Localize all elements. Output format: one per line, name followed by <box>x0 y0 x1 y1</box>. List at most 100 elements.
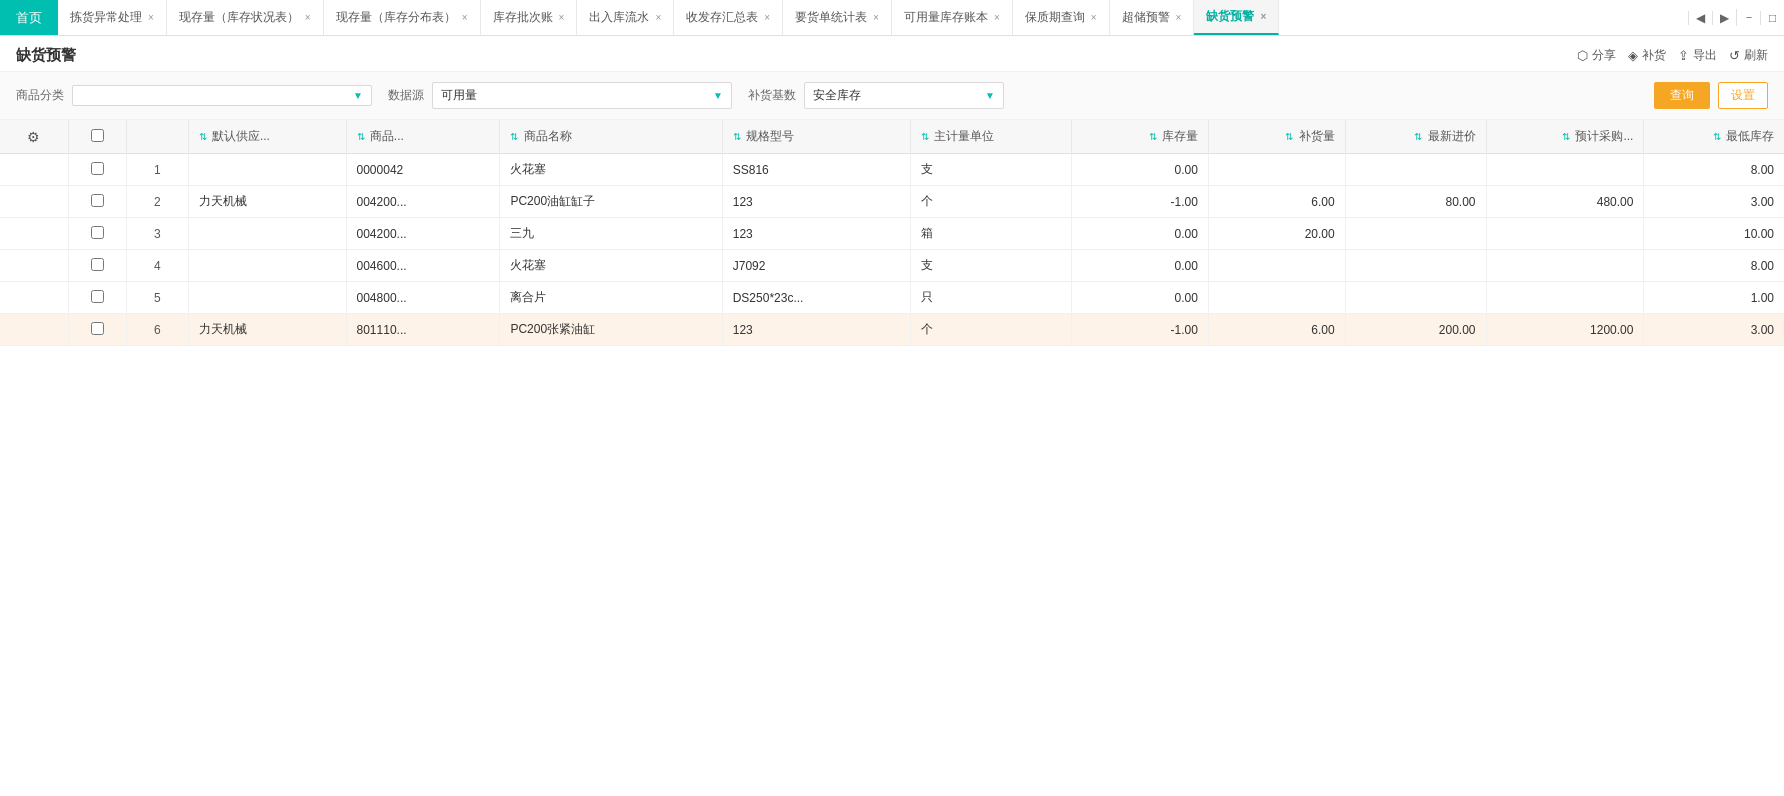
query-button[interactable]: 查询 <box>1654 82 1710 109</box>
col-header-code[interactable]: ⇅ 商品... <box>346 120 500 154</box>
tab-close-icon[interactable]: × <box>994 12 1000 23</box>
col-header-replenish[interactable]: ⇅ 补货量 <box>1208 120 1345 154</box>
row-checkbox[interactable] <box>91 226 104 239</box>
window-minimize-btn[interactable]: － <box>1736 9 1760 26</box>
tab-expiry-query[interactable]: 保质期查询 × <box>1013 0 1110 35</box>
tab-home-label: 首页 <box>16 9 42 27</box>
cell-supplier <box>188 250 346 282</box>
tab-close-icon[interactable]: × <box>148 12 154 23</box>
cell-replenish <box>1208 250 1345 282</box>
col-header-settings[interactable]: ⚙ <box>0 120 68 154</box>
table-settings-icon[interactable]: ⚙ <box>27 129 40 145</box>
cell-check[interactable] <box>68 282 126 314</box>
page-content: 缺货预警 ⬡ 分享 ◈ 补货 ⇪ 导出 ↺ 刷新 商品分类 <box>0 36 1784 796</box>
cell-code: 801110... <box>346 314 500 346</box>
refresh-label: 刷新 <box>1744 47 1768 64</box>
cell-settings <box>0 250 68 282</box>
col-label: 预计采购... <box>1575 129 1633 143</box>
col-header-stock[interactable]: ⇅ 库存量 <box>1072 120 1209 154</box>
tab-close-icon[interactable]: × <box>764 12 770 23</box>
cell-purchase <box>1486 282 1644 314</box>
tab-batch-account[interactable]: 库存批次账 × <box>481 0 578 35</box>
cell-check[interactable] <box>68 250 126 282</box>
cell-num: 6 <box>127 314 189 346</box>
col-header-name[interactable]: ⇅ 商品名称 <box>500 120 722 154</box>
cell-supplier: 力天机械 <box>188 314 346 346</box>
export-btn[interactable]: ⇪ 导出 <box>1678 47 1717 64</box>
tab-inout-flow[interactable]: 出入库流水 × <box>577 0 674 35</box>
tab-shortage[interactable]: 缺货预警 × <box>1194 0 1279 35</box>
cell-spec: SS816 <box>722 154 910 186</box>
cell-purchase <box>1486 250 1644 282</box>
filter-area: 商品分类 ▼ 数据源 可用量 ▼ 补货基数 安全库存 ▼ 查询 设置 <box>0 72 1784 120</box>
tab-stock-status[interactable]: 现存量（库存状况表） × <box>167 0 324 35</box>
cell-check[interactable] <box>68 218 126 250</box>
select-all-checkbox[interactable] <box>91 129 104 142</box>
table-row: 5 004800... 离合片 DS250*23c... 只 0.00 1.00 <box>0 282 1784 314</box>
tab-home[interactable]: 首页 <box>0 0 58 36</box>
tab-close-icon[interactable]: × <box>655 12 661 23</box>
table-row: 2 力天机械 004200... PC200油缸缸子 123 个 -1.00 6… <box>0 186 1784 218</box>
cell-check[interactable] <box>68 154 126 186</box>
data-table: ⚙ ⇅ 默认供应... ⇅ 商品... ⇅ <box>0 120 1784 346</box>
tab-close-icon[interactable]: × <box>1176 12 1182 23</box>
col-header-minstock[interactable]: ⇅ 最低库存 <box>1644 120 1784 154</box>
replenish-base-select[interactable]: 安全库存 ▼ <box>804 82 1004 109</box>
cell-code: 004800... <box>346 282 500 314</box>
cell-replenish <box>1208 282 1345 314</box>
tab-next-btn[interactable]: ▶ <box>1712 11 1736 25</box>
cell-spec: J7092 <box>722 250 910 282</box>
settings-button[interactable]: 设置 <box>1718 82 1768 109</box>
row-checkbox[interactable] <box>91 258 104 271</box>
col-label: 规格型号 <box>746 129 794 143</box>
cell-num: 3 <box>127 218 189 250</box>
row-checkbox[interactable] <box>91 322 104 335</box>
cell-purchase <box>1486 154 1644 186</box>
cell-purchase <box>1486 218 1644 250</box>
category-select[interactable]: ▼ <box>72 85 372 106</box>
tab-close-icon[interactable]: × <box>873 12 879 23</box>
tab-overstock[interactable]: 超储预警 × <box>1110 0 1195 35</box>
col-label: 商品名称 <box>524 129 572 143</box>
row-checkbox[interactable] <box>91 290 104 303</box>
refresh-btn[interactable]: ↺ 刷新 <box>1729 47 1768 64</box>
tab-avail-ledger[interactable]: 可用量库存账本 × <box>892 0 1013 35</box>
datasource-filter-label: 数据源 <box>388 87 424 104</box>
tab-defect-handling[interactable]: 拣货异常处理 × <box>58 0 167 35</box>
replenish-btn[interactable]: ◈ 补货 <box>1628 47 1666 64</box>
tab-recv-summary[interactable]: 收发存汇总表 × <box>674 0 783 35</box>
tab-close-icon[interactable]: × <box>1260 11 1266 22</box>
tab-stock-dist[interactable]: 现存量（库存分布表） × <box>324 0 481 35</box>
tab-demand-stat[interactable]: 要货单统计表 × <box>783 0 892 35</box>
export-icon: ⇪ <box>1678 48 1689 63</box>
window-maximize-btn[interactable]: □ <box>1760 11 1784 25</box>
tab-close-icon[interactable]: × <box>1091 12 1097 23</box>
tab-close-icon[interactable]: × <box>462 12 468 23</box>
cell-check[interactable] <box>68 186 126 218</box>
cell-unit: 支 <box>910 154 1071 186</box>
cell-settings <box>0 154 68 186</box>
row-checkbox[interactable] <box>91 162 104 175</box>
cell-check[interactable] <box>68 314 126 346</box>
col-header-num <box>127 120 189 154</box>
tab-close-icon[interactable]: × <box>559 12 565 23</box>
col-header-unit[interactable]: ⇅ 主计量单位 <box>910 120 1071 154</box>
col-header-supplier[interactable]: ⇅ 默认供应... <box>188 120 346 154</box>
cell-name: PC200油缸缸子 <box>500 186 722 218</box>
tab-prev-btn[interactable]: ◀ <box>1688 11 1712 25</box>
row-checkbox[interactable] <box>91 194 104 207</box>
refresh-icon: ↺ <box>1729 48 1740 63</box>
cell-supplier: 力天机械 <box>188 186 346 218</box>
tab-label: 拣货异常处理 <box>70 9 142 26</box>
datasource-select[interactable]: 可用量 ▼ <box>432 82 732 109</box>
share-btn[interactable]: ⬡ 分享 <box>1577 47 1616 64</box>
col-header-price[interactable]: ⇅ 最新进价 <box>1345 120 1486 154</box>
category-filter-group: 商品分类 ▼ <box>16 85 372 106</box>
col-header-spec[interactable]: ⇅ 规格型号 <box>722 120 910 154</box>
col-header-purchase[interactable]: ⇅ 预计采购... <box>1486 120 1644 154</box>
cell-name: 火花塞 <box>500 250 722 282</box>
cell-replenish <box>1208 154 1345 186</box>
cell-settings <box>0 314 68 346</box>
tab-close-icon[interactable]: × <box>305 12 311 23</box>
datasource-chevron-icon: ▼ <box>713 90 723 101</box>
